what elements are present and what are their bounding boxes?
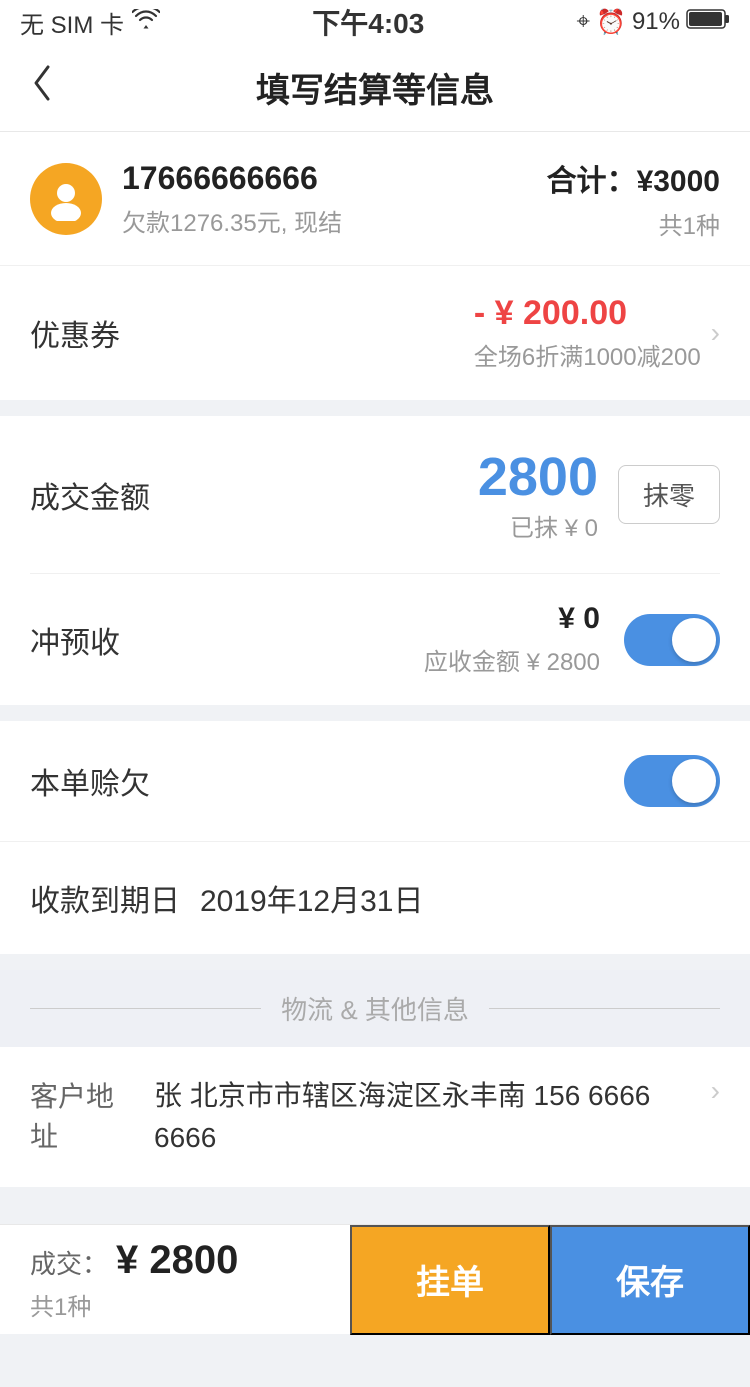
precharge-toggle[interactable] (624, 614, 720, 666)
hold-button[interactable]: 挂单 (350, 1225, 550, 1335)
status-time: 下午4:03 (312, 2, 424, 42)
wifi-icon (132, 8, 160, 36)
customer-row: 17666666666 欠款1276.35元, 现结 合计：¥3000 共1种 (0, 132, 750, 265)
deal-amount-group: 2800 已抹 ¥ 0 (478, 446, 598, 543)
deal-right: 2800 已抹 ¥ 0 抹零 (478, 446, 720, 543)
battery-icon (686, 8, 730, 37)
total-amount: 合计：¥3000 (547, 156, 720, 200)
logistics-line-left (30, 1008, 261, 1009)
location-icon: ⌖ (577, 8, 591, 36)
precharge-sub: 应收金额 ¥ 2800 (424, 642, 600, 677)
customer-info: 17666666666 欠款1276.35元, 现结 (122, 160, 342, 238)
precharge-label: 冲预收 (30, 618, 120, 662)
footer-info: 成交： ¥ 2800 共1种 (0, 1238, 350, 1322)
alarm-icon: ⏰ (596, 8, 626, 37)
status-bar: 无 SIM 卡 下午4:03 ⌖ ⏰ 91% (0, 0, 750, 44)
customer-phone: 17666666666 (122, 160, 342, 197)
logistics-line-right (489, 1008, 720, 1009)
arrears-label: 本单赊欠 (30, 759, 150, 803)
arrears-toggle[interactable] (624, 755, 720, 807)
precharge-vals: ¥ 0 应收金额 ¥ 2800 (424, 602, 600, 677)
precharge-right: ¥ 0 应收金额 ¥ 2800 (424, 602, 720, 677)
coupon-label: 优惠券 (30, 311, 120, 355)
arrears-row: 本单赊欠 (0, 721, 750, 841)
chevron-right-icon: › (711, 317, 720, 349)
sim-text: 无 SIM 卡 (20, 5, 124, 40)
footer-deal-row: 成交： ¥ 2800 (30, 1238, 320, 1283)
coupon-row[interactable]: 优惠券 - ¥ 200.00 全场6折满1000减200 › (0, 265, 750, 400)
coupon-desc: 全场6折满1000减200 (474, 337, 701, 372)
avatar (30, 163, 102, 235)
footer: 成交： ¥ 2800 共1种 挂单 保存 (0, 1224, 750, 1334)
customer-debt: 欠款1276.35元, 现结 (122, 203, 342, 238)
coupon-info: - ¥ 200.00 全场6折满1000减200 (474, 294, 701, 372)
customer-section: 17666666666 欠款1276.35元, 现结 合计：¥3000 共1种 … (0, 132, 750, 400)
precharge-amount: ¥ 0 (424, 602, 600, 636)
status-left: 无 SIM 卡 (20, 5, 160, 40)
footer-deal-label: 成交： (30, 1244, 108, 1281)
nav-bar: 填写结算等信息 (0, 44, 750, 132)
deal-row: 成交金额 2800 已抹 ¥ 0 抹零 (0, 416, 750, 573)
logistics-text: 物流 & 其他信息 (281, 990, 469, 1027)
page-title: 填写结算等信息 (256, 63, 494, 112)
total-count: 共1种 (547, 206, 720, 241)
footer-count: 共1种 (30, 1287, 320, 1322)
address-label: 客户地址 (30, 1075, 130, 1155)
back-button[interactable] (30, 63, 54, 112)
coupon-right: - ¥ 200.00 全场6折满1000减200 › (474, 294, 720, 372)
footer-deal-amount: ¥ 2800 (116, 1238, 238, 1283)
duedate-row: 收款到期日 2019年12月31日 (0, 841, 750, 954)
coupon-discount: - ¥ 200.00 (474, 294, 701, 333)
address-value: 张 北京市市辖区海淀区永丰南 156 6666 6666 (154, 1075, 711, 1159)
round-button[interactable]: 抹零 (618, 465, 720, 524)
deal-section: 成交金额 2800 已抹 ¥ 0 抹零 冲预收 ¥ 0 应收金额 ¥ 2800 (0, 416, 750, 705)
duedate-value: 2019年12月31日 (200, 876, 423, 920)
deal-label: 成交金额 (30, 473, 150, 517)
customer-total: 合计：¥3000 共1种 (547, 156, 720, 241)
precharge-row: 冲预收 ¥ 0 应收金额 ¥ 2800 (0, 574, 750, 705)
address-chevron-icon: › (711, 1075, 720, 1107)
arrears-section: 本单赊欠 收款到期日 2019年12月31日 (0, 721, 750, 954)
save-button[interactable]: 保存 (550, 1225, 750, 1335)
battery-text: 91% (632, 8, 680, 36)
duedate-label: 收款到期日 (30, 876, 180, 920)
address-row[interactable]: 客户地址 张 北京市市辖区海淀区永丰南 156 6666 6666 › (0, 1047, 750, 1187)
customer-left: 17666666666 欠款1276.35元, 现结 (30, 160, 342, 238)
status-right: ⌖ ⏰ 91% (577, 8, 730, 37)
logistics-header: 物流 & 其他信息 (0, 970, 750, 1047)
deal-amount-value: 2800 (478, 446, 598, 508)
deal-sub-text: 已抹 ¥ 0 (478, 508, 598, 543)
